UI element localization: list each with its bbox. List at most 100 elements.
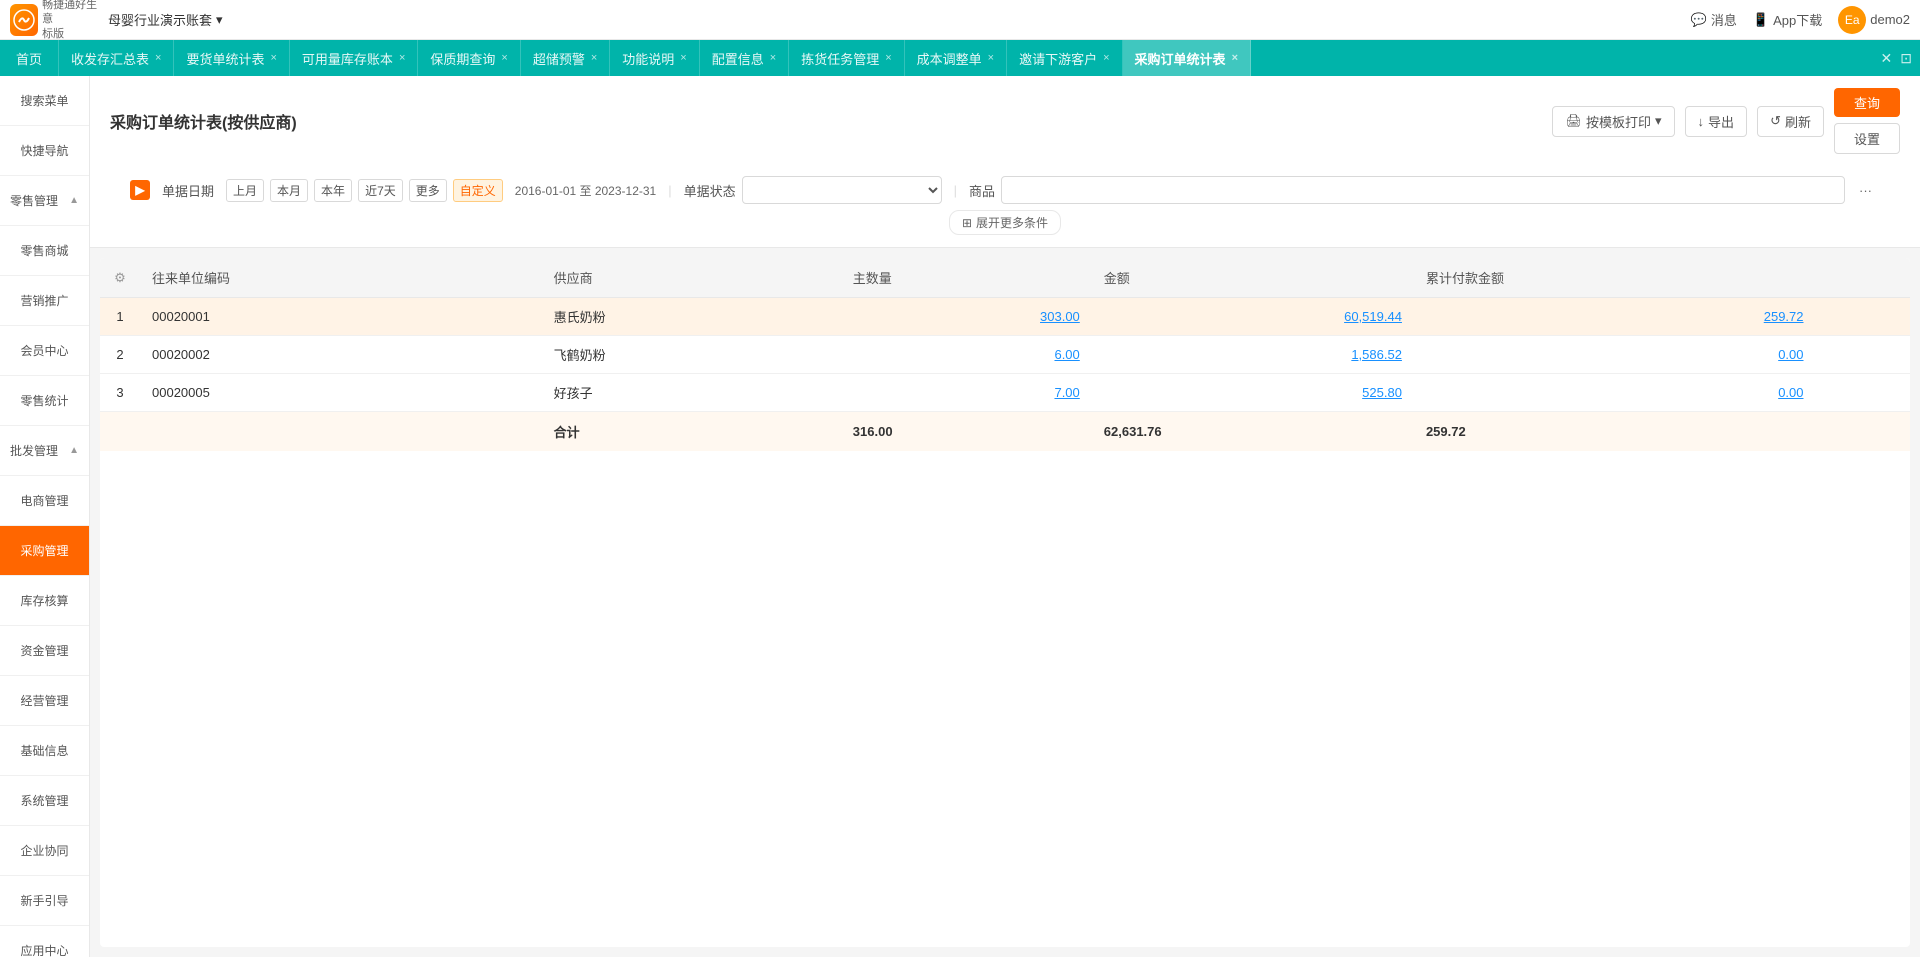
date-btn-7days[interactable]: 近7天 bbox=[358, 179, 403, 202]
close-tab-baozhiqi[interactable]: × bbox=[501, 52, 507, 64]
filter-toggle-btn[interactable]: ▶ bbox=[130, 180, 150, 200]
sidebar-item-basic-info[interactable]: 基础信息 bbox=[0, 726, 89, 776]
sidebar-item-member[interactable]: 会员中心 bbox=[0, 326, 89, 376]
date-shortcuts: 上月 本月 本年 近7天 更多 自定义 bbox=[226, 179, 503, 202]
row-no: 1 bbox=[100, 298, 140, 336]
status-label: 单据状态 bbox=[684, 181, 736, 200]
sidebar-item-search[interactable]: 搜索菜单 bbox=[0, 76, 89, 126]
sidebar-item-retail-shop[interactable]: 零售商城 bbox=[0, 226, 89, 276]
tab-jianhuo[interactable]: 拣货任务管理 × bbox=[789, 40, 904, 76]
close-tab-chengben[interactable]: × bbox=[988, 52, 994, 64]
sidebar-item-finance[interactable]: 资金管理 bbox=[0, 626, 89, 676]
tab-caigou-active[interactable]: 采购订单统计表 × bbox=[1123, 40, 1251, 76]
sidebar-item-enterprise[interactable]: 企业协同 bbox=[0, 826, 89, 876]
tab-chaochu[interactable]: 超储预警 × bbox=[521, 40, 610, 76]
close-tab-gongneng[interactable]: × bbox=[680, 52, 686, 64]
tab-shoufacun[interactable]: 收发存汇总表 × bbox=[59, 40, 174, 76]
sidebar-item-wholesale[interactable]: 批发管理 ▲ bbox=[0, 426, 89, 476]
sidebar-item-shortcut[interactable]: 快捷导航 bbox=[0, 126, 89, 176]
row-quantity[interactable]: 7.00 bbox=[841, 374, 1092, 412]
maximize-tabs[interactable]: ⊡ bbox=[1900, 50, 1912, 67]
expand-row: ⊞ 展开更多条件 bbox=[130, 204, 1880, 237]
tab-peizhi[interactable]: 配置信息 × bbox=[700, 40, 789, 76]
refresh-icon: ↺ bbox=[1770, 113, 1781, 129]
close-tab-caigou[interactable]: × bbox=[1232, 52, 1238, 64]
goods-label: 商品 bbox=[969, 181, 995, 200]
row-supplier: 好孩子 bbox=[542, 374, 841, 412]
date-btn-this-year[interactable]: 本年 bbox=[314, 179, 352, 202]
settings-button[interactable]: 设置 bbox=[1834, 123, 1900, 154]
row-amount[interactable]: 525.80 bbox=[1092, 374, 1414, 412]
close-tab-peizhi[interactable]: × bbox=[770, 52, 776, 64]
sidebar-item-ecommerce[interactable]: 电商管理 bbox=[0, 476, 89, 526]
export-icon: ↓ bbox=[1698, 114, 1705, 129]
date-btn-last-month[interactable]: 上月 bbox=[226, 179, 264, 202]
row-amount[interactable]: 60,519.44 bbox=[1092, 298, 1414, 336]
sidebar-item-retail-stat[interactable]: 零售统计 bbox=[0, 376, 89, 426]
status-filter-wrap: 单据状态 bbox=[684, 176, 942, 204]
user-name: demo2 bbox=[1870, 12, 1910, 27]
date-range-display: 2016-01-01 至 2023-12-31 bbox=[515, 182, 656, 199]
top-right: 💬 消息 📱 App下载 Ea demo2 bbox=[1691, 6, 1910, 34]
page-title: 采购订单统计表(按供应商) bbox=[110, 109, 297, 133]
sidebar-item-marketing[interactable]: 营销推广 bbox=[0, 276, 89, 326]
date-btn-this-month[interactable]: 本月 bbox=[270, 179, 308, 202]
footer-paid: 259.72 bbox=[1414, 412, 1816, 452]
sidebar-item-app-center[interactable]: 应用中心 bbox=[0, 926, 89, 957]
footer-quantity: 316.00 bbox=[841, 412, 1092, 452]
workspace-selector[interactable]: 母婴行业演示账套 ▾ bbox=[100, 10, 1691, 29]
row-quantity[interactable]: 303.00 bbox=[841, 298, 1092, 336]
sidebar-item-inventory[interactable]: 库存核算 bbox=[0, 576, 89, 626]
close-tab-jianhuo[interactable]: × bbox=[885, 52, 891, 64]
query-button[interactable]: 查询 bbox=[1834, 88, 1900, 117]
tab-yaohuo[interactable]: 要货单统计表 × bbox=[174, 40, 289, 76]
filter-more-icon[interactable]: ··· bbox=[1851, 179, 1880, 202]
sidebar-item-retail-manage[interactable]: 零售管理 ▲ bbox=[0, 176, 89, 226]
tab-chengben[interactable]: 成本调整单 × bbox=[905, 40, 1007, 76]
tab-yaoqing[interactable]: 邀请下游客户 × bbox=[1007, 40, 1122, 76]
template-print-button[interactable]: 🖨 按模板打印 ▾ bbox=[1552, 106, 1674, 137]
col-spacer bbox=[1816, 258, 1911, 298]
row-code: 00020001 bbox=[140, 298, 542, 336]
logo-text: 畅捷通好生意 标版 bbox=[42, 0, 100, 41]
date-btn-more[interactable]: 更多 bbox=[409, 179, 447, 202]
download-icon: 📱 bbox=[1753, 12, 1769, 28]
template-dropdown-arrow: ▾ bbox=[1655, 113, 1662, 129]
sidebar-item-newbie[interactable]: 新手引导 bbox=[0, 876, 89, 926]
close-tab-shoufacun[interactable]: × bbox=[155, 52, 161, 64]
sidebar-item-purchase[interactable]: 采购管理 bbox=[0, 526, 89, 576]
close-tab-chaochu[interactable]: × bbox=[591, 52, 597, 64]
row-paid[interactable]: 0.00 bbox=[1414, 374, 1816, 412]
tab-home[interactable]: 首页 bbox=[0, 40, 59, 76]
sidebar-item-system[interactable]: 系统管理 bbox=[0, 776, 89, 826]
filter-area: ▶ 单据日期 上月 本月 本年 近7天 更多 自定义 2016-01-01 至 … bbox=[110, 166, 1900, 247]
print-icon: 🖨 bbox=[1565, 113, 1582, 129]
sidebar-item-operations[interactable]: 经营管理 bbox=[0, 676, 89, 726]
row-paid[interactable]: 0.00 bbox=[1414, 336, 1816, 374]
row-amount[interactable]: 1,586.52 bbox=[1092, 336, 1414, 374]
close-tab-keyongliang[interactable]: × bbox=[399, 52, 405, 64]
tab-baozhiqi[interactable]: 保质期查询 × bbox=[418, 40, 520, 76]
footer-label: 合计 bbox=[542, 412, 841, 452]
page-header: 采购订单统计表(按供应商) 🖨 按模板打印 ▾ ↓ 导出 ↺ 刷新 bbox=[90, 76, 1920, 248]
row-paid[interactable]: 259.72 bbox=[1414, 298, 1816, 336]
user-menu[interactable]: Ea demo2 bbox=[1838, 6, 1910, 34]
close-all-tabs[interactable]: ✕ bbox=[1881, 50, 1893, 67]
row-quantity[interactable]: 6.00 bbox=[841, 336, 1092, 374]
query-settings-group: 查询 设置 bbox=[1834, 88, 1900, 154]
retail-manage-arrow: ▲ bbox=[69, 195, 79, 206]
message-icon: 💬 bbox=[1691, 12, 1707, 28]
status-select[interactable] bbox=[742, 176, 942, 204]
tab-keyongliang[interactable]: 可用量库存账本 × bbox=[290, 40, 418, 76]
avatar: Ea bbox=[1838, 6, 1866, 34]
goods-input[interactable] bbox=[1001, 176, 1845, 204]
close-tab-yaoqing[interactable]: × bbox=[1103, 52, 1109, 64]
expand-more-btn[interactable]: ⊞ 展开更多条件 bbox=[949, 210, 1061, 235]
tab-gongneng[interactable]: 功能说明 × bbox=[610, 40, 699, 76]
refresh-button[interactable]: ↺ 刷新 bbox=[1757, 106, 1824, 137]
column-settings-icon[interactable]: ⚙ bbox=[112, 270, 128, 286]
close-tab-yaohuo[interactable]: × bbox=[270, 52, 276, 64]
message-btn[interactable]: 💬 消息 bbox=[1691, 10, 1737, 29]
export-button[interactable]: ↓ 导出 bbox=[1685, 106, 1748, 137]
app-download-btn[interactable]: 📱 App下载 bbox=[1753, 10, 1822, 29]
